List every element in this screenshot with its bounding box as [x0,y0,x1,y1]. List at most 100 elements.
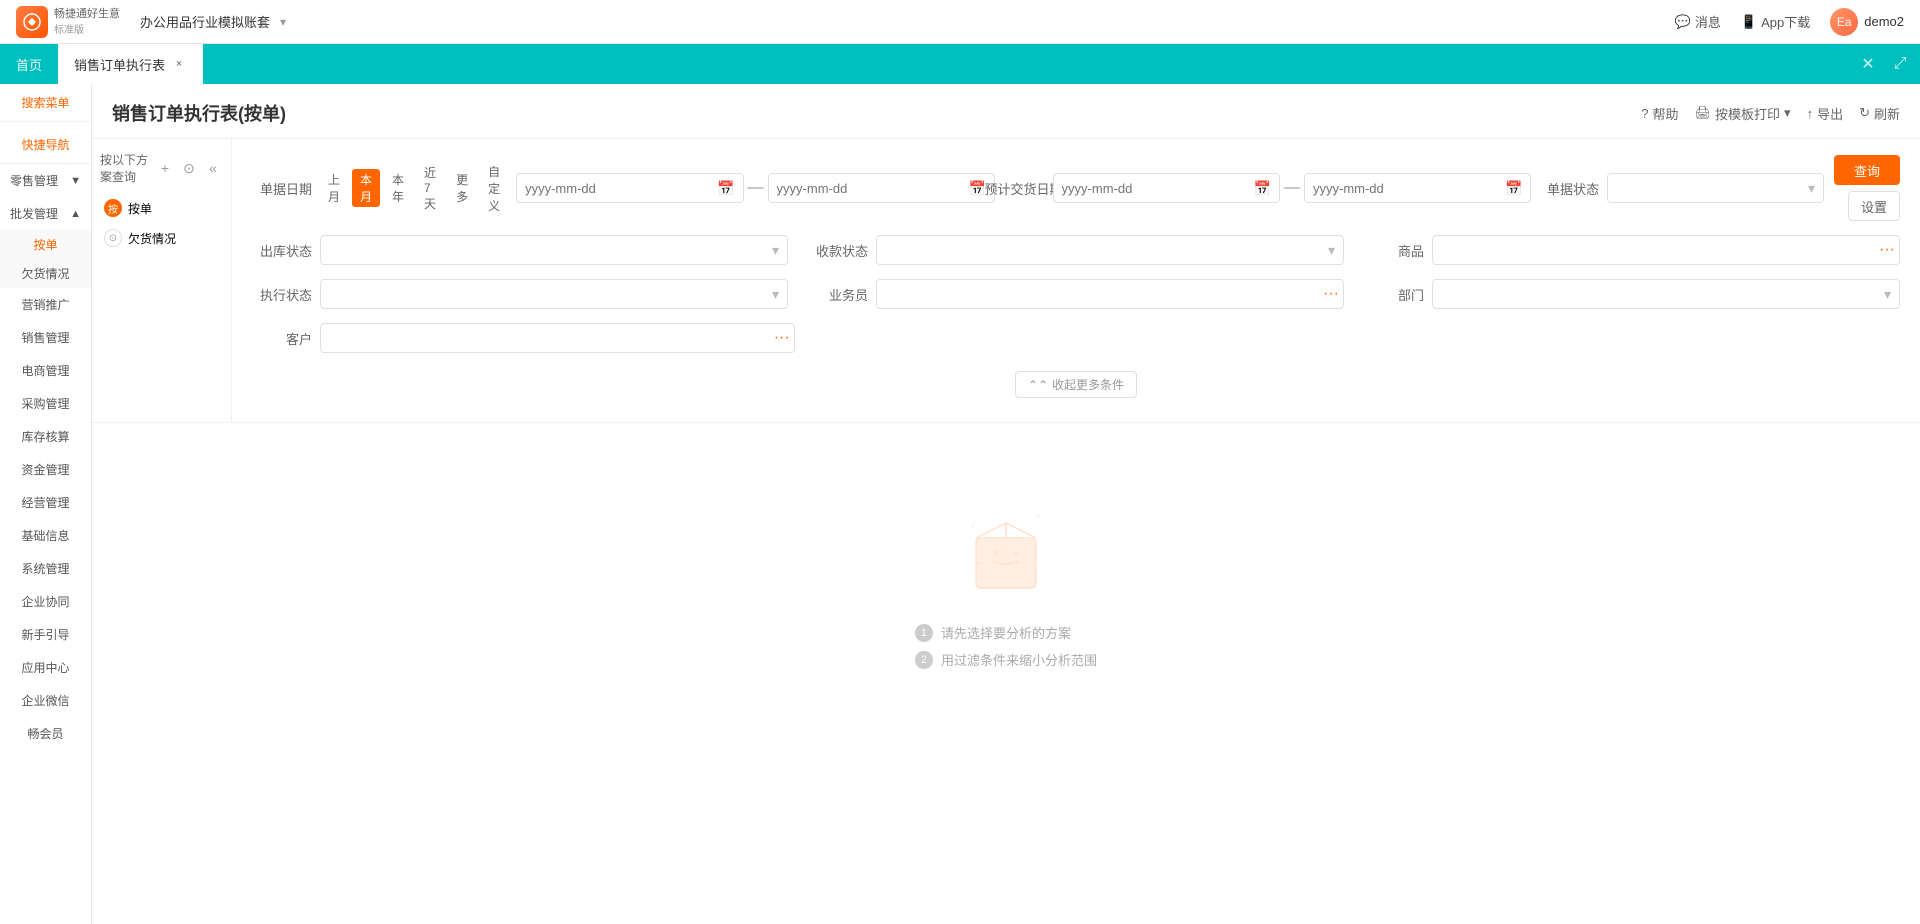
filter-row-4: 客户 ··· [252,323,1900,353]
empty-steps: 1 请先选择要分析的方案 2 用过滤条件来缩小分析范围 [915,623,1097,669]
download-icon: 📱 [1741,14,1757,30]
filter-field-expected-date: 预计交货日期 📅 — 📅 [985,173,1519,203]
sidebar-item-system[interactable]: 系统管理 [0,552,91,585]
payment-status-arrow[interactable]: ▾ [1320,242,1343,259]
calendar-exp-end-icon[interactable]: 📅 [1497,180,1530,197]
settings-button[interactable]: 设置 [1848,191,1900,221]
sidebar-search[interactable]: 搜索菜单 [0,84,91,122]
date-end-input[interactable] [769,181,961,196]
sidebar-item-retail[interactable]: 零售管理 ▼ [0,164,91,197]
date-start-input[interactable] [517,181,709,196]
expected-end-input[interactable] [1305,181,1497,196]
filter-plan-title: 按以下方案查询 + ⊙ « [100,151,223,185]
edit-plan-button[interactable]: ⊙ [179,158,199,178]
user-area[interactable]: Ea demo2 [1830,8,1904,36]
sidebar-nav-label[interactable]: 快捷导航 [0,128,91,157]
quick-自定义[interactable]: 自定义 [480,161,508,216]
empty-state: 1 请先选择要分析的方案 2 用过滤条件来缩小分析范围 [92,423,1920,749]
filter-field-payment-status: 收款状态 ▾ [808,235,1344,265]
sidebar-nav: 快捷导航 [0,122,91,164]
filter-plan-title-text: 按以下方案查询 [100,151,155,185]
salesperson-dots-icon[interactable]: ··· [1319,285,1343,303]
tab-bar-actions: ✕ ⤢ [1856,52,1920,76]
salesperson-input[interactable] [877,287,1319,302]
delivery-status-arrow[interactable]: ▾ [764,242,787,259]
collapse-plan-button[interactable]: « [203,158,223,178]
sidebar-item-finance[interactable]: 资金管理 [0,453,91,486]
payment-status-input[interactable] [877,243,1320,258]
tab-home[interactable]: 首页 [0,44,58,84]
page-actions: ? 帮助 🖨 按模板打印 ▾ ↑ 导出 ↻ 刷新 [1641,104,1900,123]
exec-status-input[interactable] [321,287,764,302]
sidebar-basic-label: 基础信息 [21,527,69,544]
customer-input[interactable] [321,331,770,346]
filter-field-dept: 部门 ▾ [1364,279,1900,309]
sidebar-item-sales[interactable]: 销售管理 [0,321,91,354]
quick-更多[interactable]: 更多 [448,169,476,207]
sidebar-item-newbie[interactable]: 新手引导 [0,618,91,651]
app-download-button[interactable]: 📱 App下载 [1741,12,1810,31]
plan-item-按单[interactable]: 按 按单 [100,193,223,223]
date-range: 📅 — 📅 [516,173,995,203]
message-button[interactable]: 💬 消息 [1675,12,1721,31]
sidebar-item-member[interactable]: 畅会员 [0,717,91,750]
plan-item-欠货情况[interactable]: ⊙ 欠货情况 [100,223,223,253]
logo-text-area: 畅捷通好生意 标准版 [54,7,120,36]
tab-close-button[interactable]: × [171,56,187,72]
sidebar-item-purchase[interactable]: 采购管理 [0,387,91,420]
step-num-2: 2 [915,651,933,669]
collapse-filters-button[interactable]: ⌃⌃ 收起更多条件 [1015,371,1137,398]
sidebar-item-operation[interactable]: 经营管理 [0,486,91,519]
dept-input[interactable] [1433,287,1876,302]
logo-subtext: 标准版 [54,21,120,36]
sidebar-item-wechat[interactable]: 企业微信 [0,684,91,717]
customer-dots-icon[interactable]: ··· [770,329,794,347]
quick-近7天[interactable]: 近7天 [416,162,444,214]
doc-status-arrow-icon[interactable]: ▾ [1800,180,1823,197]
sidebar-item-inventory[interactable]: 库存核算 [0,420,91,453]
module-dropdown-arrow[interactable]: ▾ [280,15,286,29]
product-dots-icon[interactable]: ··· [1875,241,1899,259]
sidebar-item-wholesale[interactable]: 批发管理 ▲ [0,197,91,230]
export-button[interactable]: ↑ 导出 [1807,104,1844,123]
product-input[interactable] [1433,243,1875,258]
sidebar-item-appstore[interactable]: 应用中心 [0,651,91,684]
expected-start-wrap: 📅 [1053,173,1280,203]
refresh-button[interactable]: ↻ 刷新 [1859,104,1900,123]
user-initial: Ea [1837,15,1852,29]
sidebar-item-basic[interactable]: 基础信息 [0,519,91,552]
help-button[interactable]: ? 帮助 [1641,104,1678,123]
calendar-exp-start-icon[interactable]: 📅 [1246,180,1279,197]
dept-arrow[interactable]: ▾ [1876,286,1899,303]
quick-本月[interactable]: 本月 [352,169,380,207]
print-icon: 🖨 [1695,105,1712,121]
doc-status-input[interactable] [1608,181,1800,196]
sidebar-wechat-label: 企业微信 [21,692,69,709]
expected-start-input[interactable] [1054,181,1246,196]
window-close-button[interactable]: ✕ [1856,52,1880,76]
window-expand-button[interactable]: ⤢ [1888,52,1912,76]
delivery-status-input[interactable] [321,243,764,258]
sidebar-item-marketing[interactable]: 营销推广 [0,288,91,321]
quick-本年[interactable]: 本年 [384,169,412,207]
sidebar-item-enterprise[interactable]: 企业协同 [0,585,91,618]
quick-上月[interactable]: 上月 [320,169,348,207]
chevron-down-icon: ▼ [70,175,81,187]
exec-status-arrow[interactable]: ▾ [764,286,787,303]
print-button[interactable]: 🖨 按模板打印 ▾ [1695,104,1791,123]
tab-sales-execution[interactable]: 销售订单执行表 × [58,44,203,84]
page-header: 销售订单执行表(按单) ? 帮助 🖨 按模板打印 ▾ ↑ 导出 [92,84,1920,139]
plan-按单-label: 按单 [128,200,152,217]
search-button[interactable]: 查询 [1834,155,1900,185]
sidebar-retail-label: 零售管理 [10,172,58,189]
sidebar-item-ecommerce[interactable]: 电商管理 [0,354,91,387]
sidebar-subitem-欠货情况[interactable]: 欠货情况 [0,259,91,288]
top-bar-left: 畅捷通好生意 标准版 办公用品行业模拟账套 ▾ [16,6,286,38]
add-plan-button[interactable]: + [155,158,175,178]
sidebar-ecommerce-label: 电商管理 [21,362,69,379]
sidebar-enterprise-label: 企业协同 [21,593,69,610]
calendar-start-icon[interactable]: 📅 [709,180,742,197]
sidebar-subitem-按单[interactable]: 按单 [0,230,91,259]
filter-field-doc-status: 单据状态 ▾ [1539,173,1824,203]
salesperson-label: 业务员 [808,285,868,304]
